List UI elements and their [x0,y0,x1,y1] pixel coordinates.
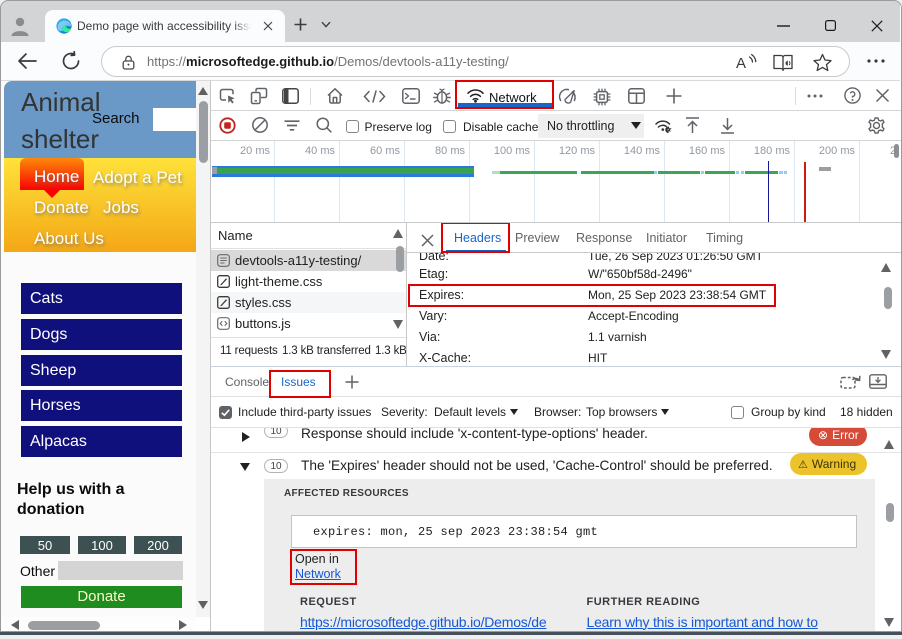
svg-text:A: A [736,55,746,72]
